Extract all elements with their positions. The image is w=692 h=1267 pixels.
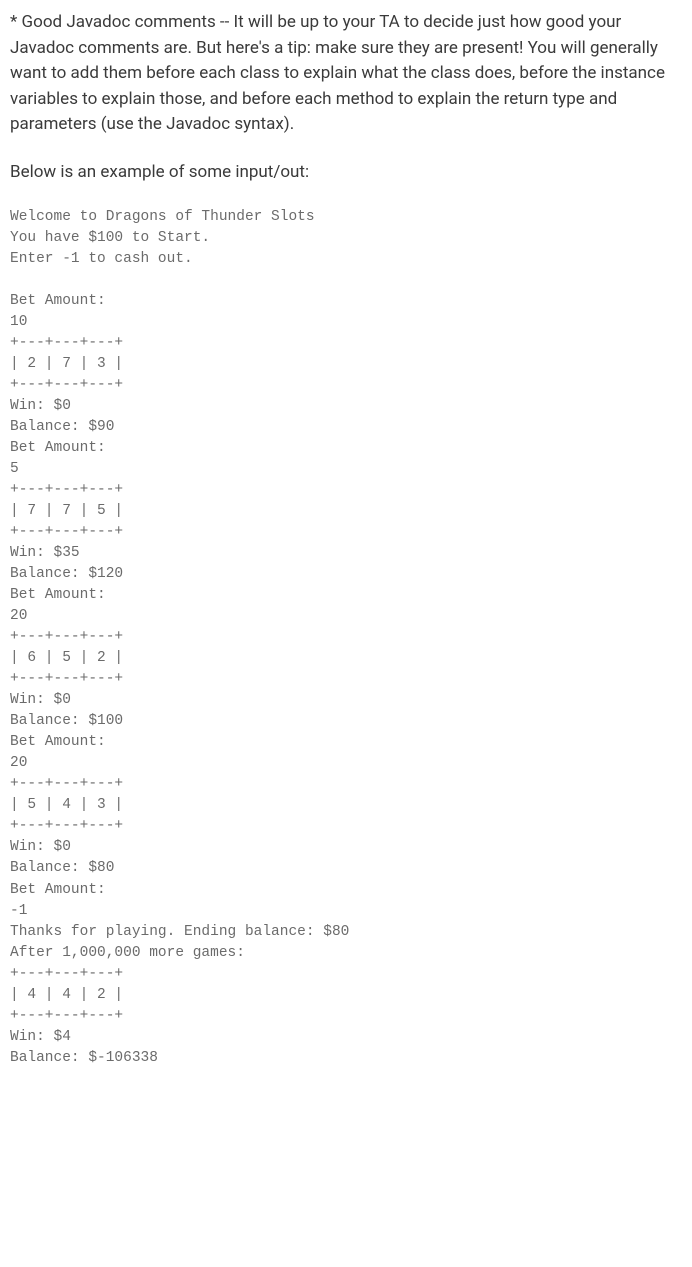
- example-intro-paragraph: Below is an example of some input/out:: [10, 160, 682, 186]
- example-output-code: Welcome to Dragons of Thunder Slots You …: [10, 207, 682, 1069]
- javadoc-tip-paragraph: * Good Javadoc comments -- It will be up…: [10, 10, 682, 138]
